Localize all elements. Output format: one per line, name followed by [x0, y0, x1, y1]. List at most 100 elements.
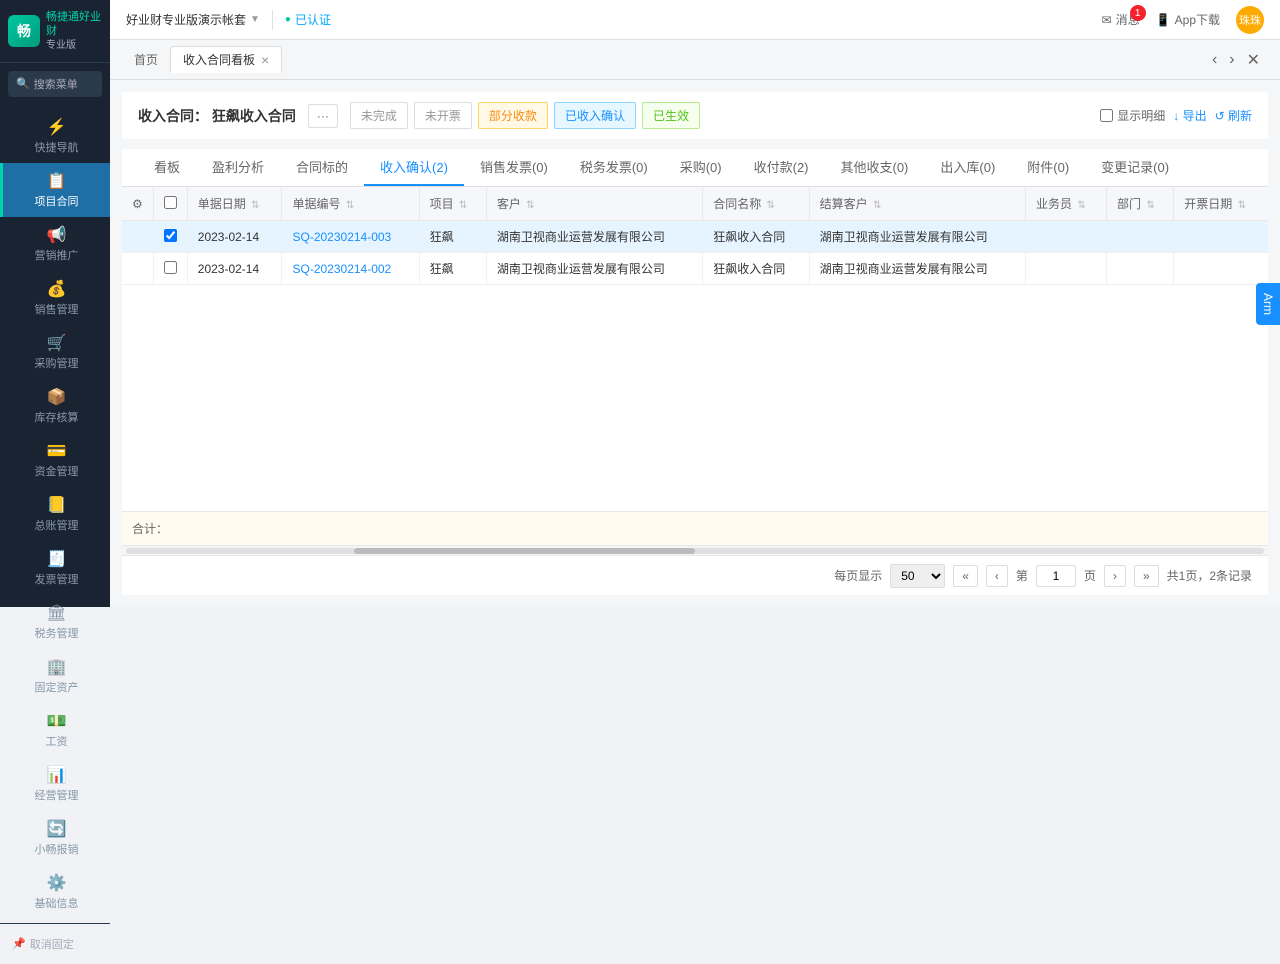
select-all-checkbox[interactable]	[164, 196, 177, 209]
export-button[interactable]: ↓ 导出	[1173, 107, 1206, 124]
status-confirmed-btn[interactable]: 已收入确认	[554, 102, 636, 129]
status-incomplete-btn[interactable]: 未完成	[350, 102, 408, 129]
sidebar-item-project-contract[interactable]: 📋 项目合同	[0, 163, 110, 217]
prev-page-button[interactable]: ‹	[986, 565, 1008, 587]
tab-home[interactable]: 首页	[126, 47, 166, 72]
chevron-down-icon: ▼	[250, 14, 260, 25]
col-contract-header[interactable]: 合同名称 ⇅	[703, 187, 809, 221]
row2-dept	[1107, 253, 1174, 285]
sales-icon: 💰	[47, 279, 67, 299]
sub-tab-sales-invoice[interactable]: 销售发票(0)	[464, 149, 564, 186]
status-active-btn[interactable]: 已生效	[642, 102, 700, 129]
table-row[interactable]: 2023-02-14 SQ-20230214-002 狂飙 湖南卫视商业运营发展…	[122, 253, 1268, 285]
tab-nav-next[interactable]: ›	[1225, 46, 1238, 74]
row1-number[interactable]: SQ-20230214-003	[282, 221, 419, 253]
sidebar-item-ledger[interactable]: 📒 总账管理	[0, 487, 110, 541]
row1-number-link[interactable]: SQ-20230214-003	[292, 230, 391, 244]
project-sort-icon: ⇅	[459, 200, 467, 211]
page-number-input[interactable]	[1036, 565, 1076, 587]
arm-button[interactable]: Arm	[1256, 283, 1280, 325]
sidebar-item-tax[interactable]: 🏛 税务管理	[0, 595, 110, 649]
sub-tab-change-log[interactable]: 变更记录(0)	[1085, 149, 1185, 186]
sidebar-item-basic-info[interactable]: ⚙️ 基础信息	[0, 865, 110, 919]
col-settings-header[interactable]: ⚙	[122, 187, 153, 221]
unpin-button[interactable]: 📌 取消固定	[8, 932, 102, 956]
tab-close-all[interactable]: ✕	[1243, 46, 1264, 74]
col-project-header[interactable]: 项目 ⇅	[419, 187, 486, 221]
sidebar-item-quick-nav[interactable]: ⚡ 快捷导航	[0, 109, 110, 163]
sub-tab-attachments[interactable]: 附件(0)	[1011, 149, 1085, 186]
sidebar-item-expense[interactable]: 🔄 小畅报销	[0, 811, 110, 865]
sidebar-item-invoice[interactable]: 🧾 发票管理	[0, 541, 110, 595]
sidebar-item-purchase[interactable]: 🛒 采购管理	[0, 325, 110, 379]
page-size-select[interactable]: 50 20 100	[890, 564, 945, 588]
page-header-actions: 显示明细 ↓ 导出 ↺ 刷新	[1100, 107, 1252, 124]
search-menu-button[interactable]: 🔍 搜索菜单	[8, 71, 102, 97]
sub-tab-other-income[interactable]: 其他收支(0)	[825, 149, 925, 186]
sidebar-item-payroll[interactable]: 💵 工资	[0, 703, 110, 757]
refresh-button[interactable]: ↺ 刷新	[1215, 107, 1252, 124]
sidebar-item-funds[interactable]: 💳 资金管理	[0, 433, 110, 487]
topbar-divider	[272, 10, 273, 30]
tab-contract-board[interactable]: 收入合同看板 ×	[170, 46, 282, 73]
sub-tab-purchase[interactable]: 采购(0)	[664, 149, 738, 186]
settings-icon[interactable]: ⚙	[132, 197, 143, 211]
row1-dept	[1107, 221, 1174, 253]
col-salesman-header[interactable]: 业务员 ⇅	[1026, 187, 1107, 221]
col-date-header[interactable]: 单据日期 ⇅	[187, 187, 282, 221]
sub-tab-revenue-confirm[interactable]: 收入确认(2)	[364, 149, 464, 186]
sidebar-item-marketing[interactable]: 📢 营销推广	[0, 217, 110, 271]
app-download-button[interactable]: 📱 App下载	[1156, 11, 1220, 28]
next-page-button[interactable]: ›	[1104, 565, 1126, 587]
download-icon: 📱	[1156, 13, 1171, 27]
sub-tab-contract-items[interactable]: 合同标的	[280, 149, 364, 186]
pin-icon: 📌	[12, 937, 26, 950]
sidebar-item-inventory[interactable]: 📦 库存核算	[0, 379, 110, 433]
sub-tab-tax-invoice[interactable]: 税务发票(0)	[564, 149, 664, 186]
row1-checkbox[interactable]	[164, 229, 177, 242]
col-settlement-header[interactable]: 结算客户 ⇅	[809, 187, 1025, 221]
scrollbar-thumb[interactable]	[354, 548, 695, 554]
row1-date: 2023-02-14	[187, 221, 282, 253]
sub-tabs: 看板 盈利分析 合同标的 收入确认(2) 销售发票(0) 税务发票(0) 采购(…	[122, 149, 1268, 187]
sub-tab-board[interactable]: 看板	[138, 149, 196, 186]
sub-tab-payment[interactable]: 收付款(2)	[738, 149, 825, 186]
row1-checkbox-cell[interactable]	[153, 221, 187, 253]
sidebar-item-management[interactable]: 📊 经营管理	[0, 757, 110, 811]
last-page-button[interactable]: »	[1134, 565, 1159, 587]
company-selector[interactable]: 好业财专业版演示帐套 ▼	[126, 11, 260, 28]
sidebar-logo: 畅 畅捷通好业财 专业版	[0, 0, 110, 63]
sidebar-item-sales[interactable]: 💰 销售管理	[0, 271, 110, 325]
scrollbar-track[interactable]	[126, 548, 1264, 554]
status-uninvoiced-btn[interactable]: 未开票	[414, 102, 472, 129]
app-logo-icon: 畅	[8, 15, 40, 47]
message-button[interactable]: ✉ 消息 1	[1102, 11, 1140, 28]
row2-checkbox-cell[interactable]	[153, 253, 187, 285]
sub-tab-warehouse[interactable]: 出入库(0)	[924, 149, 1011, 186]
display-detail-checkbox[interactable]	[1100, 109, 1113, 122]
tab-close-button[interactable]: ×	[261, 52, 269, 68]
user-avatar[interactable]: 珠珠	[1236, 6, 1264, 34]
tab-bar-actions: ‹ › ✕	[1208, 46, 1264, 74]
col-invoice-date-header[interactable]: 开票日期 ⇅	[1174, 187, 1268, 221]
main-area: 好业财专业版演示帐套 ▼ 已认证 ✉ 消息 1 📱 App下载 珠珠 首页	[110, 0, 1280, 607]
more-button[interactable]: ···	[308, 104, 338, 128]
tab-nav-prev[interactable]: ‹	[1208, 46, 1221, 74]
sub-tab-profit[interactable]: 盈利分析	[196, 149, 280, 186]
col-customer-header[interactable]: 客户 ⇅	[486, 187, 702, 221]
table-row[interactable]: 2023-02-14 SQ-20230214-003 狂飙 湖南卫视商业运营发展…	[122, 221, 1268, 253]
first-page-button[interactable]: «	[953, 565, 978, 587]
total-info: 共1页，2条记录	[1167, 567, 1252, 584]
row2-number-link[interactable]: SQ-20230214-002	[292, 262, 391, 276]
project-contract-icon: 📋	[47, 171, 67, 191]
horizontal-scrollbar[interactable]	[122, 545, 1268, 555]
status-partial-btn[interactable]: 部分收款	[478, 102, 548, 129]
display-detail-toggle[interactable]: 显示明细	[1100, 107, 1165, 124]
data-table-container: ⚙ 单据日期 ⇅ 单据编号 ⇅	[122, 187, 1268, 511]
row2-number[interactable]: SQ-20230214-002	[282, 253, 419, 285]
row2-checkbox[interactable]	[164, 261, 177, 274]
col-dept-header[interactable]: 部门 ⇅	[1107, 187, 1174, 221]
sidebar-item-assets[interactable]: 🏢 固定资产	[0, 649, 110, 703]
col-number-header[interactable]: 单据编号 ⇅	[282, 187, 419, 221]
col-checkbox-header[interactable]	[153, 187, 187, 221]
